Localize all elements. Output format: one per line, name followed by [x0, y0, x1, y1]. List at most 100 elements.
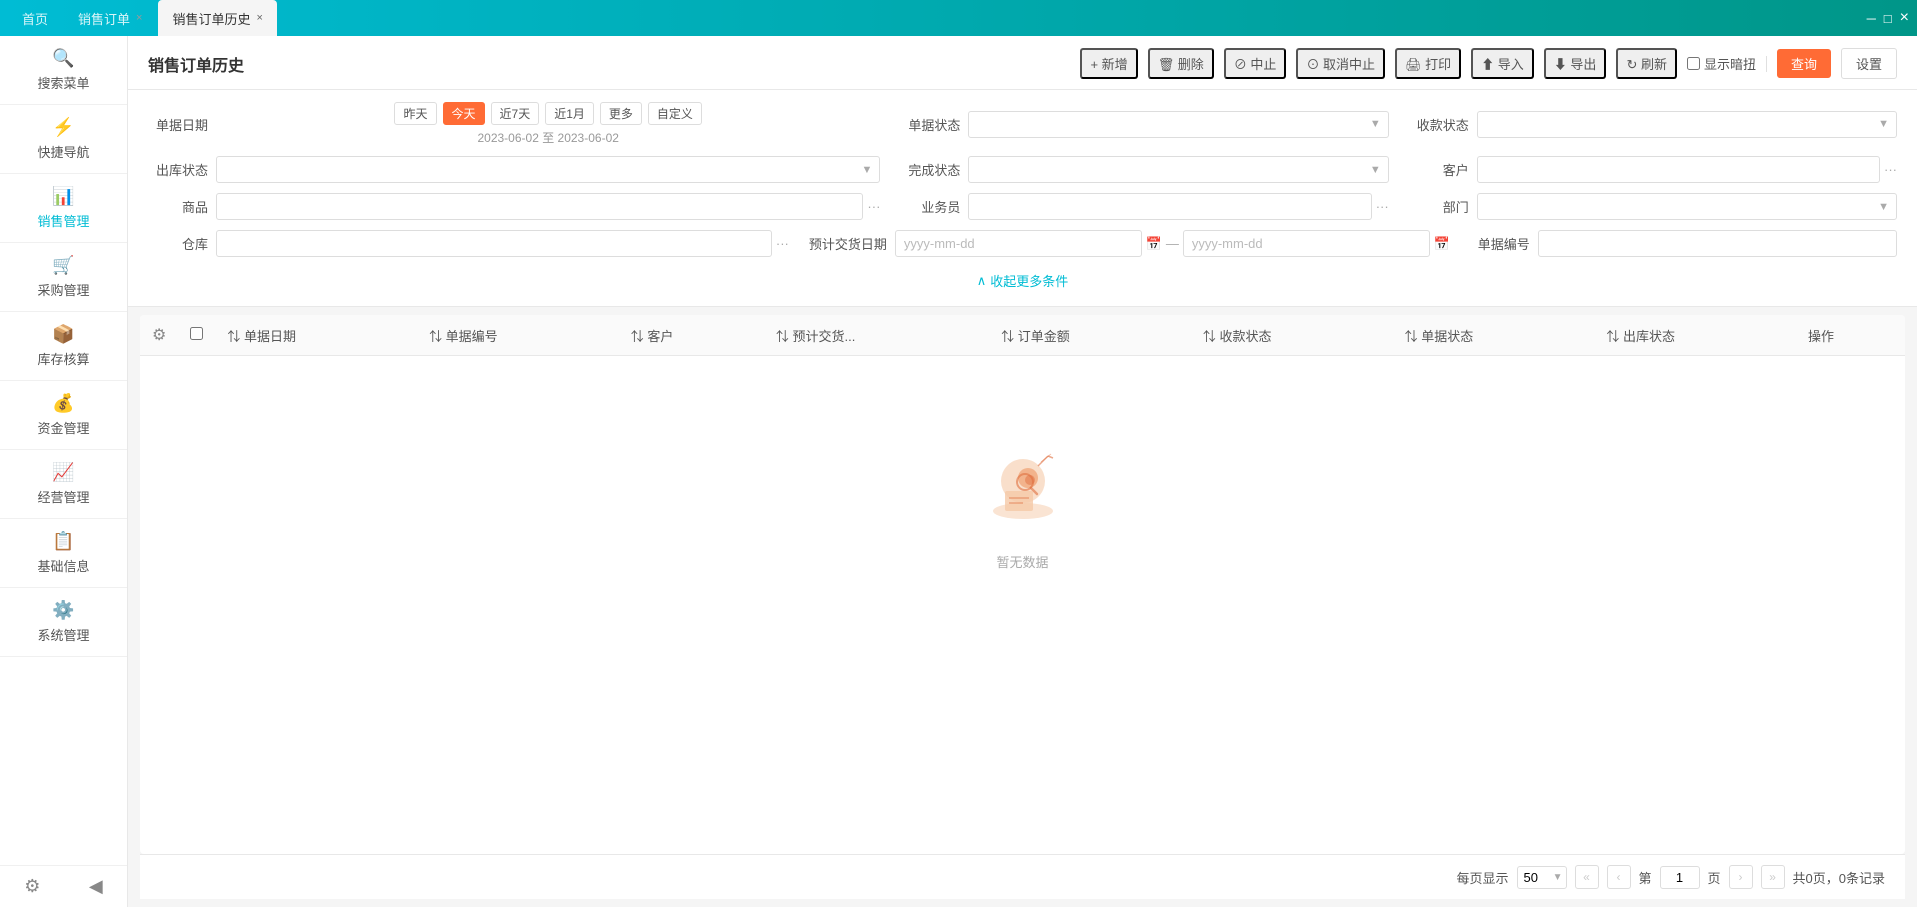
warehouse-input[interactable]: [216, 230, 772, 257]
tab-home[interactable]: 首页: [8, 0, 62, 36]
col-customer[interactable]: ⇅ 客户: [619, 315, 764, 356]
bill-status-select[interactable]: [968, 111, 1388, 138]
tab-sales-order[interactable]: 销售订单×: [64, 0, 156, 36]
dept-select[interactable]: [1477, 193, 1897, 220]
inventory-check-label: 库存核算: [37, 349, 89, 368]
filter-date: 单据日期 昨天 今天 近7天 近1月 更多 自定义 2023-06-02 至 2…: [148, 102, 880, 146]
col-expected-delivery[interactable]: ⇅ 预计交货...: [764, 315, 989, 356]
stop-button[interactable]: ⊘ 中止: [1224, 48, 1287, 79]
inventory-check-icon: 📦: [52, 324, 74, 345]
window-close[interactable]: ×: [1900, 9, 1909, 27]
col-bill-status[interactable]: ⇅ 单据状态: [1393, 315, 1595, 356]
main-layout: 🔍搜索菜单⚡快捷导航📊销售管理🛒采购管理 📦 库存核算 💰资金管理📈经营管理📋基础信息…: [0, 36, 1917, 907]
export-button[interactable]: ⬇ 导出: [1544, 48, 1607, 79]
sidebar-item-fund-mgmt[interactable]: 💰资金管理: [0, 381, 127, 450]
col-settings: ⚙: [140, 315, 178, 356]
bill-no-input[interactable]: [1538, 230, 1897, 257]
filter-bill-status: 单据状态 ▼: [900, 111, 1388, 138]
tab-close-sales-order[interactable]: ×: [136, 12, 142, 24]
payment-status-select[interactable]: [1477, 111, 1897, 138]
table-head: ⚙ ⇅ 单据日期 ⇅ 单据编号: [140, 315, 1905, 356]
sidebar-settings-icon[interactable]: ⚙: [24, 876, 40, 897]
sidebar-item-sales-mgmt[interactable]: 📊销售管理: [0, 174, 127, 243]
salesperson-more-icon[interactable]: ···: [1376, 199, 1389, 214]
expected-date-end[interactable]: [1183, 230, 1430, 257]
date-btn-7days[interactable]: 近7天: [491, 102, 540, 125]
sidebar-item-search-menu[interactable]: 🔍搜索菜单: [0, 36, 127, 105]
table-header-row: ⚙ ⇅ 单据日期 ⇅ 单据编号: [140, 315, 1905, 356]
col-out-status[interactable]: ⇅ 出库状态: [1594, 315, 1796, 356]
filter-customer: 客户 ···: [1409, 156, 1897, 183]
calendar-icon-end[interactable]: 📅: [1434, 236, 1450, 252]
filter-row-2: 出库状态 ▼ 完成状态 ▼: [148, 156, 1897, 183]
col-bill-date[interactable]: ⇅ 单据日期: [215, 315, 417, 356]
search-menu-icon: 🔍: [52, 48, 74, 69]
goods-input[interactable]: [216, 193, 863, 220]
tab-close-sales-order-history[interactable]: ×: [256, 12, 262, 24]
table-gear-icon[interactable]: ⚙: [152, 327, 166, 344]
settings-button[interactable]: 设置: [1841, 48, 1897, 79]
select-all-checkbox[interactable]: [190, 327, 203, 340]
col-payment-status[interactable]: ⇅ 收款状态: [1191, 315, 1393, 356]
date-btn-custom[interactable]: 自定义: [648, 102, 702, 125]
page-header: 销售订单历史 + 新增 🗑 删除 ⊘ 中止 ⊙ 取消中止 🖨 打印 ⬆ 导入 ⬇…: [128, 36, 1917, 90]
sidebar-items: 🔍搜索菜单⚡快捷导航📊销售管理🛒采购管理 📦 库存核算 💰资金管理📈经营管理📋基础信息…: [0, 36, 127, 657]
collapse-row[interactable]: ∧ 收起更多条件: [148, 267, 1897, 294]
date-btn-yesterday[interactable]: 昨天: [394, 102, 436, 125]
window-minimize[interactable]: ─: [1867, 11, 1876, 26]
basic-info-icon: 📋: [52, 531, 74, 552]
query-button[interactable]: 查询: [1777, 49, 1831, 78]
expected-date-label: 预计交货日期: [809, 234, 887, 253]
print-button[interactable]: 🖨 打印: [1395, 48, 1461, 79]
filter-payment-status: 收款状态 ▼: [1409, 111, 1897, 138]
per-page-select[interactable]: 20 50 100: [1517, 866, 1567, 889]
customer-more-icon[interactable]: ···: [1884, 162, 1897, 177]
customer-input[interactable]: [1477, 156, 1880, 183]
warehouse-more-icon[interactable]: ···: [776, 236, 789, 251]
date-btn-more[interactable]: 更多: [600, 102, 642, 125]
out-status-select[interactable]: [216, 156, 880, 183]
col-customer-label: ⇅ 客户: [631, 329, 674, 344]
display-cols-checkbox[interactable]: [1687, 57, 1700, 70]
refresh-button[interactable]: ↻ 刷新: [1616, 48, 1677, 79]
page-title: 销售订单历史: [148, 52, 244, 76]
next-page-btn[interactable]: ›: [1729, 865, 1753, 889]
cancel-stop-button[interactable]: ⊙ 取消中止: [1296, 48, 1385, 79]
sidebar-item-purchase-mgmt[interactable]: 🛒采购管理: [0, 243, 127, 312]
col-expected-delivery-label: ⇅ 预计交货...: [776, 329, 855, 344]
sidebar-item-sys-mgmt[interactable]: ⚙️系统管理: [0, 588, 127, 657]
fund-mgmt-label: 资金管理: [37, 418, 89, 437]
warehouse-control: ···: [216, 230, 789, 257]
page-input[interactable]: [1660, 866, 1700, 889]
out-status-control: ▼: [216, 156, 880, 183]
delete-button[interactable]: 🗑 删除: [1148, 48, 1214, 79]
sidebar-item-quick-nav[interactable]: ⚡快捷导航: [0, 105, 127, 174]
col-operation: 操作: [1796, 315, 1905, 356]
filter-complete-status: 完成状态 ▼: [900, 156, 1388, 183]
goods-more-icon[interactable]: ···: [867, 199, 880, 214]
sidebar-item-inventory-check[interactable]: 📦 库存核算: [0, 312, 127, 381]
table-container: ⚙ ⇅ 单据日期 ⇅ 单据编号: [140, 315, 1905, 854]
operations-mgmt-icon: 📈: [52, 462, 74, 483]
calendar-icon-start[interactable]: 📅: [1146, 236, 1162, 252]
sidebar-collapse-icon[interactable]: ◀: [89, 876, 103, 897]
first-page-btn[interactable]: «: [1575, 865, 1599, 889]
tab-sales-order-history[interactable]: 销售订单历史×: [158, 0, 276, 36]
date-range-text: 2023-06-02 至 2023-06-02: [477, 129, 618, 146]
salesperson-input[interactable]: [968, 193, 1371, 220]
sidebar-item-operations-mgmt[interactable]: 📈经营管理: [0, 450, 127, 519]
last-page-btn[interactable]: »: [1761, 865, 1785, 889]
col-order-amount[interactable]: ⇅ 订单金额: [989, 315, 1191, 356]
date-btn-1month[interactable]: 近1月: [545, 102, 594, 125]
import-button[interactable]: ⬆ 导入: [1471, 48, 1534, 79]
window-maximize[interactable]: □: [1884, 11, 1892, 26]
new-button[interactable]: + 新增: [1080, 48, 1137, 79]
col-bill-no[interactable]: ⇅ 单据编号: [417, 315, 619, 356]
sidebar-item-basic-info[interactable]: 📋基础信息: [0, 519, 127, 588]
complete-status-select[interactable]: [968, 156, 1388, 183]
date-btn-today[interactable]: 今天: [443, 102, 485, 125]
col-operation-label: 操作: [1808, 329, 1834, 344]
prev-page-btn[interactable]: ‹: [1607, 865, 1631, 889]
expected-date-start[interactable]: [895, 230, 1142, 257]
col-payment-status-label: ⇅ 收款状态: [1203, 329, 1272, 344]
